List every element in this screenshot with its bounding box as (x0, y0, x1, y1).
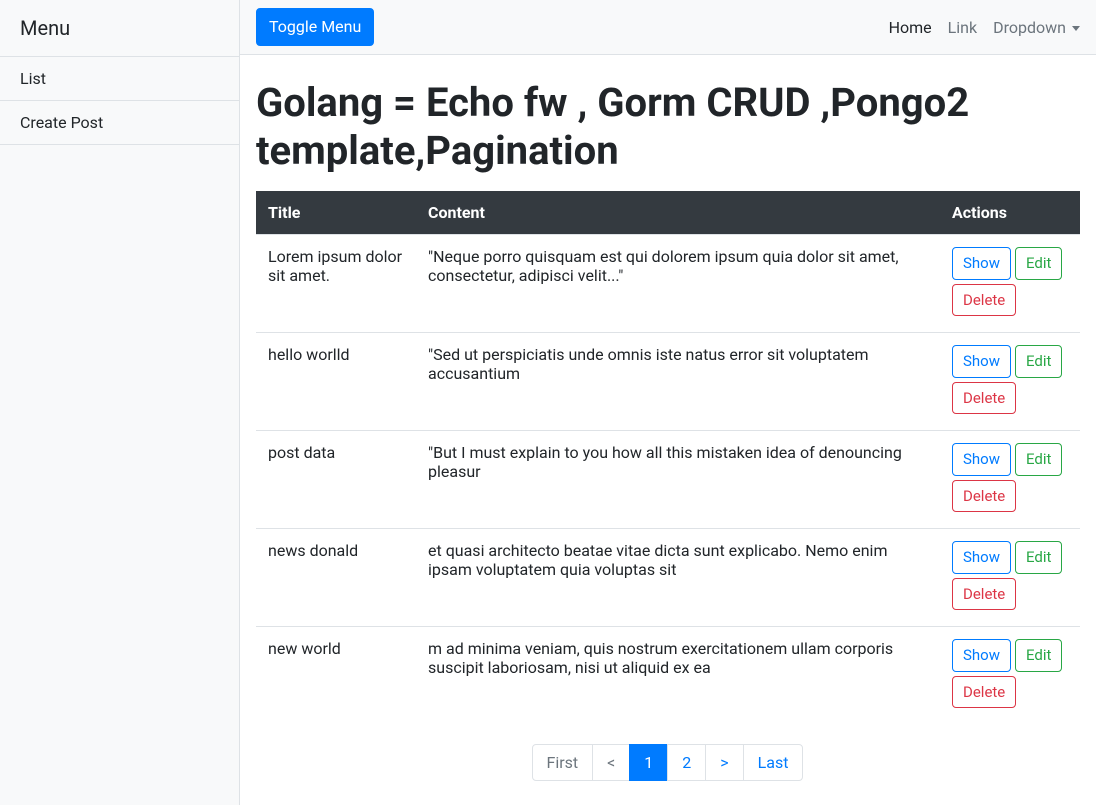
table-row: new worldm ad minima veniam, quis nostru… (256, 627, 1080, 725)
row-content: "Sed ut perspiciatis unde omnis iste nat… (416, 333, 940, 431)
show-button[interactable]: Show (952, 639, 1011, 672)
row-title: post data (256, 431, 416, 529)
row-content: "But I must explain to you how all this … (416, 431, 940, 529)
page-link[interactable]: 1 (629, 744, 668, 781)
row-content: et quasi architecto beatae vitae dicta s… (416, 529, 940, 627)
page-link[interactable]: Last (743, 744, 804, 781)
toggle-menu-button[interactable]: Toggle Menu (256, 8, 374, 46)
row-actions: ShowEdit Delete (940, 627, 1080, 725)
th-title: Title (256, 191, 416, 235)
sidebar-item-create-post[interactable]: Create Post (0, 101, 239, 145)
show-button[interactable]: Show (952, 541, 1011, 574)
row-actions: ShowEdit Delete (940, 431, 1080, 529)
row-title: hello worlld (256, 333, 416, 431)
table-row: Lorem ipsum dolor sit amet."Neque porro … (256, 235, 1080, 333)
posts-table: Title Content Actions Lorem ipsum dolor … (256, 191, 1080, 724)
th-content: Content (416, 191, 940, 235)
page-link[interactable]: > (705, 744, 743, 781)
edit-button[interactable]: Edit (1015, 541, 1062, 574)
table-row: news donaldet quasi architecto beatae vi… (256, 529, 1080, 627)
sidebar-item-list[interactable]: List (0, 57, 239, 101)
row-title: news donald (256, 529, 416, 627)
sidebar-title: Menu (0, 0, 239, 57)
row-title: Lorem ipsum dolor sit amet. (256, 235, 416, 333)
sidebar: Menu ListCreate Post (0, 0, 240, 805)
table-row: post data"But I must explain to you how … (256, 431, 1080, 529)
nav-link-link[interactable]: Link (948, 18, 977, 37)
row-actions: ShowEdit Delete (940, 529, 1080, 627)
show-button[interactable]: Show (952, 443, 1011, 476)
row-actions: ShowEdit Delete (940, 333, 1080, 431)
page-title: Golang = Echo fw , Gorm CRUD ,Pongo2 tem… (256, 79, 1080, 175)
show-button[interactable]: Show (952, 247, 1011, 280)
page-link: First (532, 744, 594, 781)
row-content: m ad minima veniam, quis nostrum exercit… (416, 627, 940, 725)
page-link: < (592, 744, 630, 781)
th-actions: Actions (940, 191, 1080, 235)
edit-button[interactable]: Edit (1015, 639, 1062, 672)
delete-button[interactable]: Delete (952, 382, 1016, 415)
delete-button[interactable]: Delete (952, 676, 1016, 709)
row-actions: ShowEdit Delete (940, 235, 1080, 333)
delete-button[interactable]: Delete (952, 578, 1016, 611)
edit-button[interactable]: Edit (1015, 443, 1062, 476)
row-content: "Neque porro quisquam est qui dolorem ip… (416, 235, 940, 333)
table-row: hello worlld"Sed ut perspiciatis unde om… (256, 333, 1080, 431)
delete-button[interactable]: Delete (952, 480, 1016, 513)
row-title: new world (256, 627, 416, 725)
delete-button[interactable]: Delete (952, 284, 1016, 317)
nav-link-dropdown[interactable]: Dropdown (993, 18, 1080, 37)
show-button[interactable]: Show (952, 345, 1011, 378)
page-link[interactable]: 2 (667, 744, 706, 781)
nav-link-home[interactable]: Home (889, 18, 932, 37)
edit-button[interactable]: Edit (1015, 345, 1062, 378)
edit-button[interactable]: Edit (1015, 247, 1062, 280)
topbar: Toggle Menu Home Link Dropdown (240, 0, 1096, 55)
pagination: First<12>Last (256, 744, 1080, 781)
